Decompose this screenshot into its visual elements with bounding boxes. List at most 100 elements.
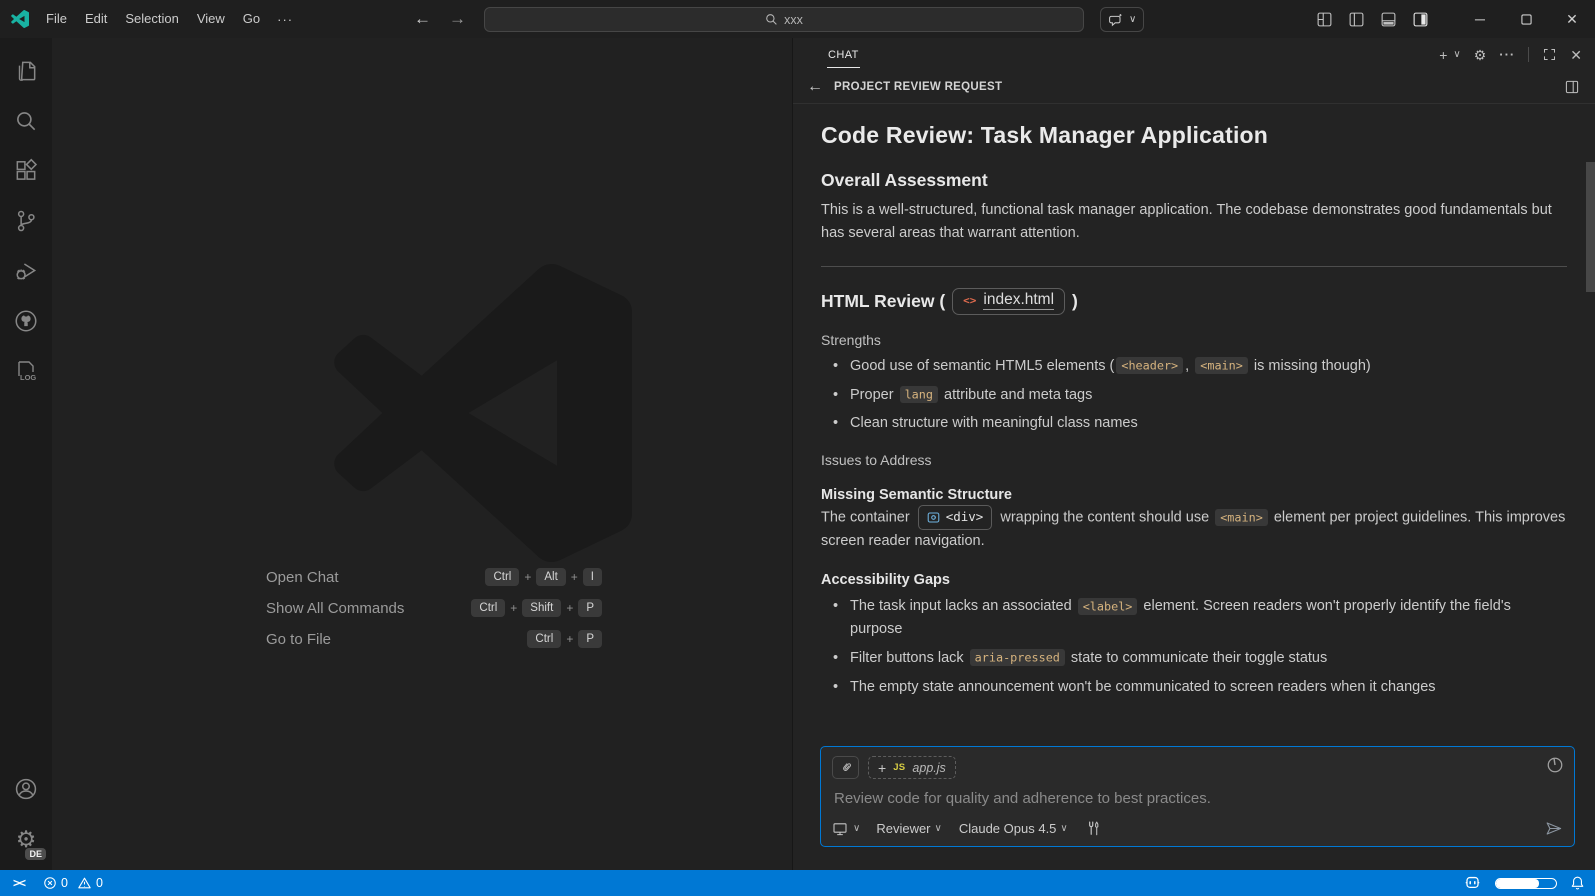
inline-code: lang	[900, 386, 938, 403]
keycap: Ctrl	[485, 568, 519, 586]
text-run: This is a well-structured, functional ta…	[821, 202, 1552, 241]
menu-edit[interactable]: Edit	[76, 7, 116, 31]
copilot-menu-button[interactable]: ∨	[1100, 7, 1144, 32]
warning-count: 0	[96, 876, 103, 890]
bullet-list: •Good use of semantic HTML5 elements (<h…	[821, 355, 1567, 436]
nav-forward-icon[interactable]: →	[449, 9, 466, 29]
settings-badge: DE	[25, 848, 46, 860]
editor-shortcut-hints: Open ChatCtrl+Alt+IShow All CommandsCtrl…	[266, 566, 602, 659]
sidebar-item-github[interactable]	[0, 296, 52, 346]
chat-thread-header: ← PROJECT REVIEW REQUEST	[793, 71, 1595, 104]
bullet-icon: •	[821, 676, 850, 699]
maximize-button[interactable]	[1503, 0, 1549, 38]
open-in-editor-icon[interactable]	[1564, 79, 1580, 95]
agent-mode-dropdown[interactable]: Reviewer ∨	[876, 821, 942, 836]
warning-icon	[77, 876, 92, 890]
vscode-logo-icon	[11, 10, 29, 28]
nav-back-icon[interactable]: ←	[414, 9, 431, 29]
text-run: Filter buttons lack	[850, 650, 968, 666]
status-bar: >< 0 0	[0, 870, 1595, 896]
chat-input-box[interactable]: + JS app.js Review code for quality and …	[820, 746, 1575, 847]
model-picker-dropdown[interactable]: Claude Opus 4.5 ∨	[959, 821, 1068, 836]
new-chat-button[interactable]: +	[1439, 48, 1447, 62]
customize-layout-icon[interactable]	[1316, 11, 1333, 28]
copilot-quota-progress[interactable]	[1495, 878, 1557, 889]
maximize-panel-icon[interactable]	[1542, 47, 1557, 62]
symbol-text: <div>	[946, 507, 984, 527]
menu-selection[interactable]: Selection	[116, 7, 187, 31]
keycap: Ctrl	[471, 599, 505, 617]
sidebar-item-run-debug[interactable]	[0, 246, 52, 296]
list-item-text: The empty state announcement won't be co…	[850, 676, 1567, 699]
inline-code: <main>	[1215, 509, 1268, 526]
close-panel-icon[interactable]: ✕	[1570, 48, 1582, 62]
text-run: Clean structure with meaningful class na…	[850, 415, 1138, 431]
account-button[interactable]	[0, 764, 52, 814]
chevron-down-icon: ∨	[853, 823, 860, 834]
bullet-icon: •	[821, 355, 850, 378]
sidebar-item-search[interactable]	[0, 96, 52, 146]
menu-file[interactable]: File	[37, 7, 76, 31]
heading-text: )	[1072, 291, 1078, 312]
shortcut-label: Open Chat	[266, 569, 339, 586]
notifications-bell-icon[interactable]	[1570, 875, 1585, 891]
session-target-dropdown[interactable]: ∨	[832, 821, 860, 837]
tab-chat[interactable]: CHAT	[827, 41, 860, 68]
menu-view[interactable]: View	[188, 7, 234, 31]
toggle-panel-icon[interactable]	[1380, 11, 1397, 28]
thread-back-icon[interactable]: ←	[807, 78, 823, 96]
keycap: Alt	[536, 568, 565, 586]
toggle-primary-sidebar-icon[interactable]	[1348, 11, 1365, 28]
sidebar-item-log-output[interactable]: LOG	[0, 346, 52, 396]
attached-file-name: app.js	[912, 761, 945, 775]
bullet-list: • The task input lacks an associated <lab…	[821, 595, 1567, 699]
minimize-button[interactable]: ─	[1457, 0, 1503, 38]
text-run: Good use of semantic HTML5 elements (	[850, 358, 1114, 374]
menu-go[interactable]: Go	[234, 7, 269, 31]
copilot-status-icon[interactable]	[1463, 875, 1482, 892]
chat-more-actions-icon[interactable]: ···	[1499, 47, 1515, 62]
attached-file-chip[interactable]: + JS app.js	[868, 756, 956, 779]
copilot-chat-icon	[1108, 12, 1124, 28]
chat-settings-gear-icon[interactable]: ⚙	[1474, 48, 1487, 62]
chat-scrollbar[interactable]	[1586, 162, 1595, 292]
shortcut-keys: Ctrl+P	[527, 630, 602, 648]
sidebar-item-explorer[interactable]	[0, 46, 52, 96]
close-window-button[interactable]: ✕	[1549, 0, 1595, 38]
quota-progress-fill	[1496, 879, 1539, 888]
text-run: ,	[1185, 358, 1193, 374]
tools-button[interactable]	[1085, 820, 1102, 837]
symbol-chip[interactable]: <div>	[918, 505, 993, 530]
attach-context-button[interactable]	[832, 756, 859, 779]
text-run: attribute and meta tags	[940, 387, 1092, 403]
command-center-search[interactable]: xxx	[484, 7, 1084, 32]
file-reference-chip[interactable]: <>index.html	[952, 288, 1065, 315]
agent-mode-label: Reviewer	[876, 821, 930, 836]
shortcut-keys: Ctrl+Alt+I	[485, 568, 602, 586]
chat-title: Code Review: Task Manager Application	[821, 122, 1567, 149]
sidebar-item-extensions[interactable]	[0, 146, 52, 196]
more-menus-icon[interactable]: ···	[269, 12, 301, 27]
keycap: Shift	[522, 599, 561, 617]
text-run: is missing though)	[1250, 358, 1371, 374]
text-run: state to communicate their toggle status	[1067, 650, 1327, 666]
section-heading: HTML Review (<>index.html)	[821, 288, 1567, 315]
text-run: The empty state announcement won't be co…	[850, 679, 1436, 695]
add-attachment-icon: +	[878, 761, 886, 775]
problems-indicator[interactable]: 0 0	[38, 870, 108, 896]
title-bar: File Edit Selection View Go ··· ← → xxx …	[0, 0, 1595, 38]
text-run: The container	[821, 510, 914, 526]
sidebar-item-source-control[interactable]	[0, 196, 52, 246]
settings-gear-button[interactable]: ⚙ DE	[0, 814, 52, 864]
plus-separator: +	[510, 601, 517, 615]
quota-gauge-icon[interactable]	[1546, 756, 1564, 774]
section-heading: Overall Assessment	[821, 170, 1567, 191]
list-item-text: The task input lacks an associated <labe…	[850, 595, 1567, 641]
new-chat-dropdown-icon[interactable]: ∨	[1453, 50, 1460, 60]
list-item-text: Proper lang attribute and meta tags	[850, 384, 1567, 407]
remote-indicator[interactable]: ><	[8, 870, 30, 896]
chat-input-field[interactable]: Review code for quality and adherence to…	[832, 779, 1563, 819]
send-button[interactable]	[1544, 819, 1563, 838]
toggle-secondary-sidebar-icon[interactable]	[1412, 11, 1429, 28]
list-item-text: Good use of semantic HTML5 elements (<he…	[850, 355, 1567, 378]
